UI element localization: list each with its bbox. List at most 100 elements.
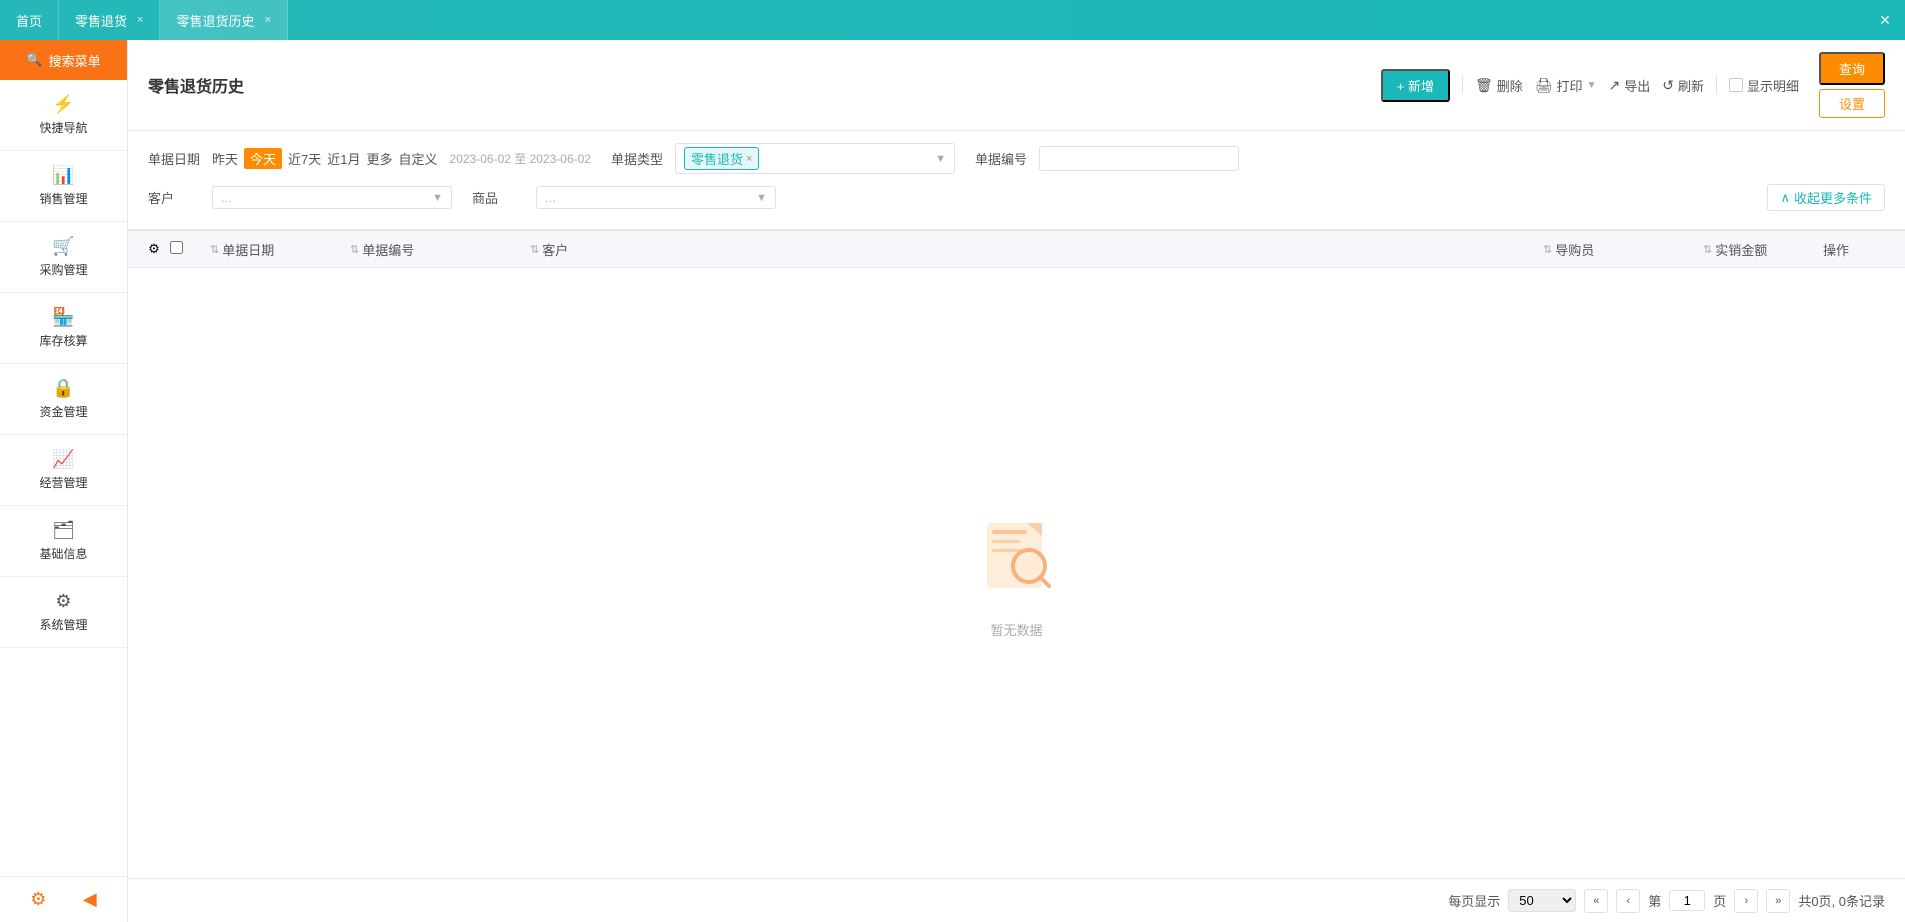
tab-retail-return-history-close[interactable]: × xyxy=(264,14,270,26)
col-header-action: 操作 xyxy=(1815,240,1895,259)
show-detail-checkbox[interactable] xyxy=(1729,78,1743,92)
refresh-icon: ↺ xyxy=(1662,77,1674,94)
date-btn-today[interactable]: 今天 xyxy=(244,148,282,169)
filter-row-1: 单据日期 昨天 今天 近7天 近1月 更多 自定义 2023-06-02 至 2… xyxy=(148,143,1885,174)
print-arrow-icon: ▼ xyxy=(1587,80,1597,91)
customer-placeholder: ... xyxy=(221,190,232,205)
sidebar-item-inventory[interactable]: 🏪 库存核算 xyxy=(0,293,127,364)
basic-info-icon: 🗂 xyxy=(52,520,75,541)
inventory-icon: 🏪 xyxy=(52,307,74,328)
operation-icon: 📈 xyxy=(52,449,74,470)
col-header-date[interactable]: ⇅ 单据日期 xyxy=(202,240,342,259)
bill-no-label: 单据编号 xyxy=(975,149,1031,168)
bill-no-input[interactable] xyxy=(1039,146,1239,171)
date-filter-group: 单据日期 昨天 今天 近7天 近1月 更多 自定义 2023-06-02 至 2… xyxy=(148,148,591,169)
goods-select[interactable]: ... ▼ xyxy=(536,186,776,209)
page-header: 零售退货历史 + 新增 🗑 删除 🖨 打印 ▼ ↗ 导出 xyxy=(128,40,1905,131)
sidebar-item-finance[interactable]: 🔒 资金管理 xyxy=(0,364,127,435)
tab-retail-return-label: 零售退货 xyxy=(75,11,127,30)
goods-label: 商品 xyxy=(472,188,528,207)
date-btn-custom[interactable]: 自定义 xyxy=(399,149,438,168)
page-number-input[interactable] xyxy=(1669,890,1705,911)
customer-arrow-icon: ▼ xyxy=(432,192,443,204)
date-btn-7days[interactable]: 近7天 xyxy=(288,149,321,168)
quick-nav-icon: ⚡ xyxy=(52,94,74,115)
tab-retail-return-history-label: 零售退货历史 xyxy=(176,11,254,30)
date-btn-more[interactable]: 更多 xyxy=(367,149,393,168)
customer-filter-group: 客户 ... ▼ xyxy=(148,186,452,209)
sidebar-item-quick-nav[interactable]: ⚡ 快捷导航 xyxy=(0,80,127,151)
new-button[interactable]: + 新增 xyxy=(1381,69,1450,102)
tab-retail-return-close[interactable]: × xyxy=(137,14,143,26)
bill-type-label: 单据类型 xyxy=(611,149,667,168)
sidebar-item-system-label: 系统管理 xyxy=(39,616,87,633)
page-title: 零售退货历史 xyxy=(148,73,244,97)
date-btn-1month[interactable]: 近1月 xyxy=(327,149,360,168)
content-area: 零售退货历史 + 新增 🗑 删除 🖨 打印 ▼ ↗ 导出 xyxy=(128,40,1905,922)
table-header: ⚙ ⇅ 单据日期 ⇅ 单据编号 ⇅ 客户 ⇅ 导购员 xyxy=(128,230,1905,268)
tab-home[interactable]: 首页 xyxy=(0,0,59,40)
delete-button[interactable]: 🗑 删除 xyxy=(1475,76,1523,95)
settings-bottom-icon[interactable]: ⚙ xyxy=(30,889,46,910)
tab-retail-return[interactable]: 零售退货 × xyxy=(59,0,160,40)
goods-arrow-icon: ▼ xyxy=(756,192,767,204)
show-detail-toggle[interactable]: 显示明细 xyxy=(1729,76,1799,95)
last-page-button[interactable]: » xyxy=(1766,889,1790,913)
per-page-select[interactable]: 50 100 200 xyxy=(1508,889,1576,912)
divider-1 xyxy=(1462,76,1463,94)
delete-label: 删除 xyxy=(1497,76,1523,95)
sidebar-search-label: 搜索菜单 xyxy=(49,51,101,70)
bill-type-chip: 零售退货 × xyxy=(684,147,759,170)
col-header-guide[interactable]: ⇅ 导购员 xyxy=(1535,240,1695,259)
query-settings-group: 查询 设置 xyxy=(1819,52,1885,118)
print-icon: 🖨 xyxy=(1535,77,1553,94)
divider-2 xyxy=(1716,76,1717,94)
search-icon: 🔍 xyxy=(26,52,42,68)
print-button[interactable]: 🖨 打印 ▼ xyxy=(1535,76,1597,95)
bill-type-select[interactable]: 零售退货 × ▼ xyxy=(675,143,955,174)
sidebar-item-purchase-mgmt[interactable]: 🛒 采购管理 xyxy=(0,222,127,293)
sidebar-item-system[interactable]: ⚙ 系统管理 xyxy=(0,577,127,648)
collapse-sidebar-icon[interactable]: ◀ xyxy=(83,889,97,910)
col-header-customer[interactable]: ⇅ 客户 xyxy=(522,240,1535,259)
export-button[interactable]: ↗ 导出 xyxy=(1608,76,1650,95)
date-btn-yesterday[interactable]: 昨天 xyxy=(212,149,238,168)
customer-select[interactable]: ... ▼ xyxy=(212,186,452,209)
col-guide-label: 导购员 xyxy=(1555,240,1594,259)
sidebar-search[interactable]: 🔍 搜索菜单 xyxy=(0,40,127,80)
query-button[interactable]: 查询 xyxy=(1819,52,1885,85)
page-unit: 页 xyxy=(1713,891,1726,910)
window-close-button[interactable]: × xyxy=(1865,0,1905,40)
sidebar-item-basic-info[interactable]: 🗂 基础信息 xyxy=(0,506,127,577)
column-settings-icon[interactable]: ⚙ xyxy=(138,241,170,257)
show-detail-label: 显示明细 xyxy=(1747,76,1799,95)
checkbox-all-input[interactable] xyxy=(170,241,183,254)
sidebar-item-inventory-label: 库存核算 xyxy=(39,332,87,349)
col-amount-label: 实销金额 xyxy=(1715,240,1767,259)
sidebar-item-operation[interactable]: 📈 经营管理 xyxy=(0,435,127,506)
select-all-checkbox[interactable] xyxy=(170,241,202,257)
delete-icon: 🗑 xyxy=(1475,77,1493,94)
col-header-amount[interactable]: ⇅ 实销金额 xyxy=(1695,240,1815,259)
col-no-sort-icon: ⇅ xyxy=(350,243,359,256)
settings-button[interactable]: 设置 xyxy=(1819,89,1885,118)
prev-page-button[interactable]: ‹ xyxy=(1616,889,1640,913)
next-page-button[interactable]: › xyxy=(1734,889,1758,913)
bill-type-arrow-icon: ▼ xyxy=(935,153,946,165)
collapse-area: ∧ 收起更多条件 xyxy=(1767,184,1885,211)
col-customer-label: 客户 xyxy=(542,240,568,259)
col-header-no[interactable]: ⇅ 单据编号 xyxy=(342,240,522,259)
bill-type-chip-close[interactable]: × xyxy=(746,153,752,165)
col-customer-sort-icon: ⇅ xyxy=(530,243,539,256)
tab-retail-return-history[interactable]: 零售退货历史 × xyxy=(160,0,287,40)
top-bar: 首页 零售退货 × 零售退货历史 × × xyxy=(0,0,1905,40)
collapse-button[interactable]: ∧ 收起更多条件 xyxy=(1767,184,1885,211)
col-no-label: 单据编号 xyxy=(362,240,414,259)
sidebar-item-sales-mgmt[interactable]: 📊 销售管理 xyxy=(0,151,127,222)
bill-type-filter-group: 单据类型 零售退货 × ▼ xyxy=(611,143,955,174)
goods-placeholder: ... xyxy=(545,190,556,205)
first-page-button[interactable]: « xyxy=(1584,889,1608,913)
sidebar-item-purchase-label: 采购管理 xyxy=(39,261,87,278)
refresh-button[interactable]: ↺ 刷新 xyxy=(1662,76,1704,95)
main-layout: 🔍 搜索菜单 ⚡ 快捷导航 📊 销售管理 🛒 采购管理 🏪 库存核算 🔒 资金管… xyxy=(0,40,1905,922)
